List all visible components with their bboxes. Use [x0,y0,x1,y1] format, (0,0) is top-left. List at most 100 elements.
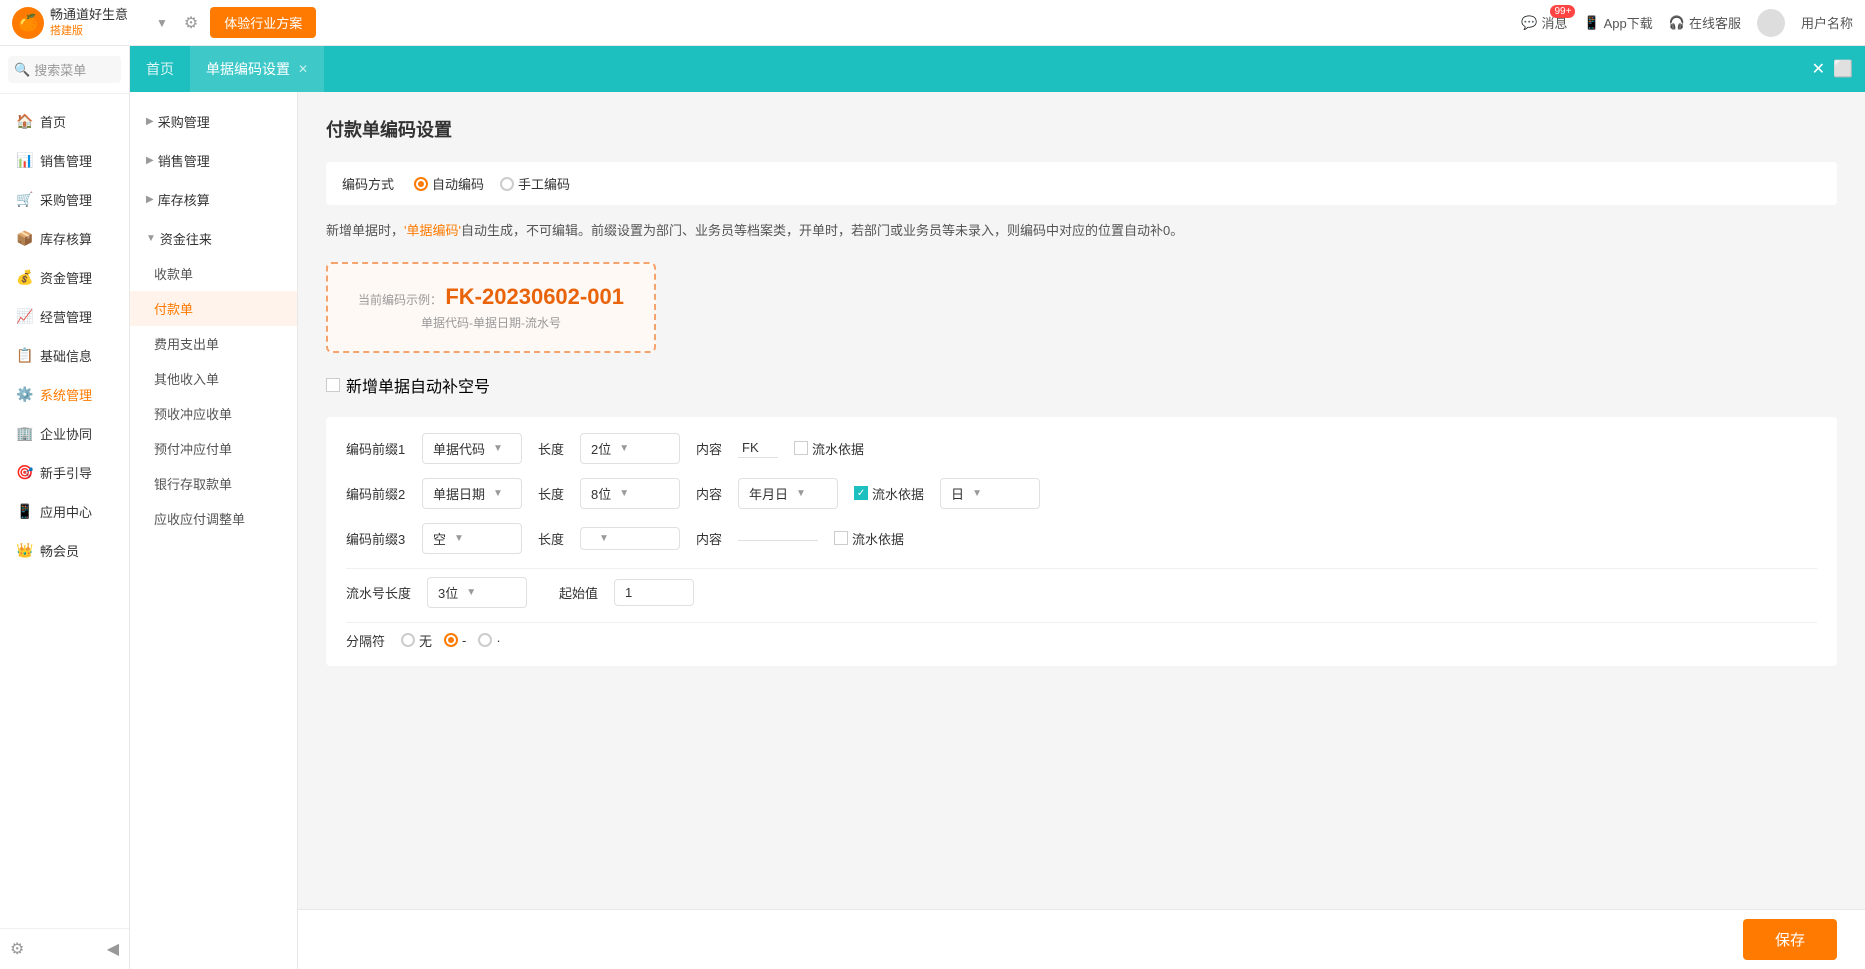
prefix2-content-arrow-icon: ▼ [796,488,806,499]
left-nav-receipt[interactable]: 收款单 [130,256,297,291]
prefix1-content-label: 内容 [696,439,722,458]
chevron-right-icon2: ▶ [146,155,154,166]
prefix2-serial-checkbox[interactable]: ✓ [854,486,868,500]
prefix3-length-select[interactable]: ▼ [580,527,680,550]
prefix3-label: 编码前缀3 [346,529,406,548]
prefix1-length-select[interactable]: 2位 ▼ [580,433,680,464]
prefix3-length-label: 长度 [538,529,564,548]
sidebar-item-company[interactable]: 🏢 企业协同 [0,414,129,453]
tab-maximize-icon[interactable]: ⬜ [1833,59,1853,79]
left-group-stock-title[interactable]: ▶ 库存核算 [130,182,297,217]
separator-options: 无 - · [401,631,501,650]
auto-fill-row: 新增单据自动补空号 [326,373,1837,397]
left-group-stock-label: 库存核算 [158,190,210,209]
sidebar-item-home[interactable]: 🏠 首页 [0,102,129,141]
left-nav-advance-recv[interactable]: 预收冲应收单 [130,396,297,431]
serial-length-select[interactable]: 3位 ▼ [427,577,527,608]
sep-dot-radio[interactable]: · [478,633,500,648]
left-nav-payment[interactable]: 付款单 [130,291,297,326]
sep-dash-dot [444,633,458,647]
app-download-button[interactable]: 📱 App下载 [1583,13,1652,32]
tab-encoding[interactable]: 单据编码设置 ✕ [190,46,324,92]
sep-none-radio[interactable]: 无 [401,631,432,650]
code-preview-label-text: 当前编码示例： [358,293,442,307]
left-nav-bank-deposit[interactable]: 银行存取款单 [130,466,297,501]
prefix1-select[interactable]: 单据代码 ▼ [422,433,522,464]
trial-button[interactable]: 体验行业方案 [210,7,316,38]
form-divider [346,568,1817,569]
chevron-right-icon3: ▶ [146,194,154,205]
serial-length-label: 流水号长度 [346,583,411,602]
tab-minimize-icon[interactable]: ✕ [1812,59,1825,79]
prefix2-serial-unit-select[interactable]: 日 ▼ [940,478,1040,509]
sidebar-collapse-icon[interactable]: ◀ [107,939,119,959]
prefix3-arrow-icon: ▼ [454,533,464,544]
separator-label: 分隔符 [346,631,385,650]
sidebar-item-sales[interactable]: 📊 销售管理 [0,141,129,180]
vip-icon: 👑 [16,542,34,560]
logo-text-block: 畅通道好生意 搭建版 [50,7,128,39]
sidebar-item-operations[interactable]: 📈 经营管理 [0,297,129,336]
tab-home-label: 首页 [146,59,174,79]
form-section: 编码前缀1 单据代码 ▼ 长度 2位 ▼ 内容 FK [326,417,1837,666]
left-group-purchase-title[interactable]: ▶ 采购管理 [130,104,297,139]
bottom-bar: 保存 [298,909,1865,969]
prefix2-select[interactable]: 单据日期 ▼ [422,478,522,509]
sidebar-item-apps[interactable]: 📱 应用中心 [0,492,129,531]
service-button[interactable]: 🎧 在线客服 [1669,13,1741,32]
app-label: App下载 [1604,13,1653,32]
sidebar-item-finance[interactable]: 💰 资金管理 [0,258,129,297]
prefix2-serial-check: ✓ 流水依据 [854,484,924,503]
save-button[interactable]: 保存 [1743,919,1837,960]
settings-icon[interactable]: ⚙ [180,9,202,37]
prefix2-content-value: 年月日 [749,484,788,503]
prefix3-serial-label: 流水依据 [852,529,904,548]
auto-fill-checkbox[interactable] [326,378,340,392]
search-bar[interactable]: 🔍 搜索菜单 [8,56,121,83]
prefix2-content-select[interactable]: 年月日 ▼ [738,478,838,509]
avatar[interactable] [1757,9,1785,37]
app-icon: 📱 [1583,15,1599,31]
topbar-left: 🍊 畅通道好生意 搭建版 ▼ ⚙ 体验行业方案 [12,7,316,39]
prefix2-length-label: 长度 [538,484,564,503]
tab-actions: ✕ ⬜ [1812,59,1865,79]
left-nav-other-income[interactable]: 其他收入单 [130,361,297,396]
right-content: 首页 单据编码设置 ✕ ✕ ⬜ ▶ 采购管理 [130,46,1865,969]
manual-encode-label: 手工编码 [518,174,570,193]
expand-arrow-icon[interactable]: ▼ [152,12,172,34]
sep-dash-radio[interactable]: - [444,633,466,648]
prefix1-serial-checkbox[interactable] [794,441,808,455]
tab-close-icon[interactable]: ✕ [298,62,308,76]
left-group-purchase-label: 采购管理 [158,112,210,131]
left-nav-ap-adjust[interactable]: 应收应付调整单 [130,501,297,536]
sidebar-item-inventory[interactable]: 📦 库存核算 [0,219,129,258]
auto-encode-radio[interactable]: 自动编码 [414,174,484,193]
left-group-sales-title[interactable]: ▶ 销售管理 [130,143,297,178]
sidebar-item-purchase[interactable]: 🛒 采购管理 [0,180,129,219]
prefix3-serial-checkbox[interactable] [834,531,848,545]
sidebar-item-vip[interactable]: 👑 畅会员 [0,531,129,570]
sidebar-item-system[interactable]: ⚙️ 系统管理 [0,375,129,414]
prefix3-select[interactable]: 空 ▼ [422,523,522,554]
prefix2-serial-unit: 日 [951,484,964,503]
tab-home[interactable]: 首页 [130,46,190,92]
user-name: 用户名称 [1801,13,1853,32]
nav-tabs: 首页 单据编码设置 ✕ ✕ ⬜ [130,46,1865,92]
serial-row: 流水号长度 3位 ▼ 起始值 [346,577,1817,608]
message-button[interactable]: 💬 消息 99+ [1521,13,1567,32]
sidebar-settings-icon[interactable]: ⚙ [10,939,24,959]
left-group-capital-title[interactable]: ▼ 资金往来 [130,221,297,256]
prefix2-length-select[interactable]: 8位 ▼ [580,478,680,509]
left-nav-advance-pay[interactable]: 预付冲应付单 [130,431,297,466]
sidebar-item-label-vip: 畅会员 [40,541,79,560]
prefix1-serial-check: 流水依据 [794,439,864,458]
sidebar-item-newguide[interactable]: 🎯 新手引导 [0,453,129,492]
sidebar-item-basic[interactable]: 📋 基础信息 [0,336,129,375]
manual-encode-radio[interactable]: 手工编码 [500,174,570,193]
left-group-stock: ▶ 库存核算 [130,182,297,217]
form-row-prefix1: 编码前缀1 单据代码 ▼ 长度 2位 ▼ 内容 FK [346,433,1817,464]
logo-sub-name: 搭建版 [50,22,128,38]
left-nav-expense[interactable]: 费用支出单 [130,326,297,361]
sidebar-item-label-home: 首页 [40,112,66,131]
start-value-input[interactable] [614,579,694,606]
